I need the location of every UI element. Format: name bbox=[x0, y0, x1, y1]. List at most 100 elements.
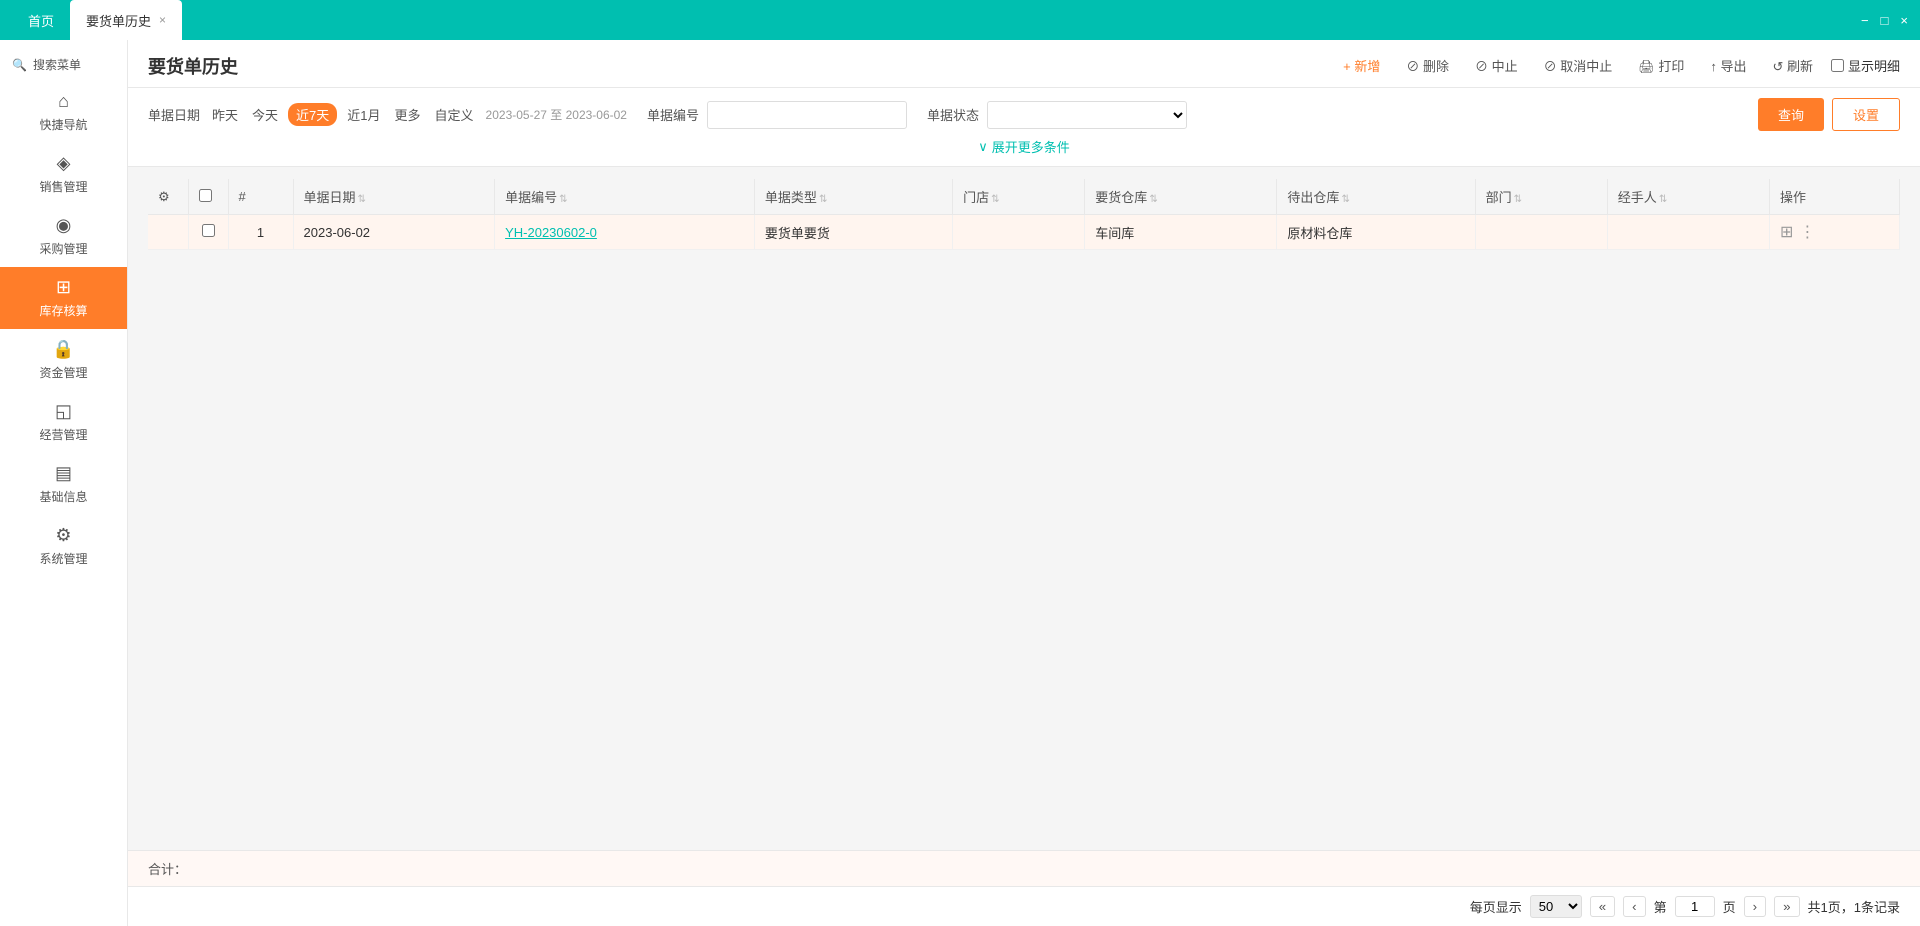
page-size-select[interactable]: 50 10 20 100 bbox=[1530, 895, 1582, 918]
window-minimize-btn[interactable]: − bbox=[1861, 13, 1869, 28]
window-restore-btn[interactable]: □ bbox=[1881, 13, 1889, 28]
cell-doc-type: 要货单要货 bbox=[754, 215, 952, 250]
page-number-input[interactable] bbox=[1675, 896, 1715, 917]
table-row: 1 2023-06-02 YH-20230602-0 要货单要货 车间库 原材料… bbox=[148, 215, 1900, 250]
window-close-btn[interactable]: × bbox=[1900, 13, 1908, 28]
doc-number-filter-item: 单据编号 bbox=[647, 101, 907, 129]
th-doc-type-label: 单据类型 bbox=[765, 190, 817, 205]
date-range-display: 2023-05-27 至 2023-06-02 bbox=[486, 106, 627, 123]
sidebar-search-label: 搜索菜单 bbox=[33, 56, 81, 73]
select-all-checkbox[interactable] bbox=[199, 189, 212, 202]
expand-more-btn[interactable]: ∨ 展开更多条件 bbox=[148, 137, 1900, 156]
next-page-btn[interactable]: › bbox=[1744, 896, 1766, 917]
cancel-stop-button[interactable]: ⊘ 取消中止 bbox=[1536, 52, 1621, 79]
sidebar-item-purchase[interactable]: ◉ 采购管理 bbox=[0, 205, 127, 267]
sidebar-item-system[interactable]: ⚙ 系统管理 bbox=[0, 515, 127, 577]
settings-button[interactable]: 设置 bbox=[1832, 98, 1900, 131]
edit-icon[interactable]: ⊞ bbox=[1780, 222, 1793, 242]
main-layout: 🔍 搜索菜单 ⌂ 快捷导航 ◈ 销售管理 ◉ 采购管理 ⊞ 库存核算 🔒 资金管… bbox=[0, 40, 1920, 926]
sidebar-item-finance[interactable]: 🔒 资金管理 bbox=[0, 329, 127, 391]
export-button[interactable]: ↑ 导出 bbox=[1702, 52, 1754, 79]
tab-requisition-history[interactable]: 要货单历史 × bbox=[70, 0, 182, 40]
data-table: ⚙ # 单据日期⇅ 单据编号⇅ 单据类型⇅ 门店⇅ 要货仓库⇅ 待出仓库⇅ 部门… bbox=[148, 179, 1900, 250]
cell-pending-warehouse: 原材料仓库 bbox=[1277, 215, 1475, 250]
th-checkbox[interactable] bbox=[188, 179, 228, 215]
print-button[interactable]: 🖨 打印 bbox=[1630, 52, 1692, 79]
delete-button[interactable]: ⊘ 删除 bbox=[1398, 52, 1457, 79]
expand-more-label: 展开更多条件 bbox=[992, 137, 1070, 156]
cell-doc-date: 2023-06-02 bbox=[293, 215, 495, 250]
tab-label: 要货单历史 bbox=[86, 11, 151, 30]
shortcut-today[interactable]: 今天 bbox=[248, 103, 282, 126]
shortcut-last7days[interactable]: 近7天 bbox=[288, 103, 337, 126]
last-page-btn[interactable]: » bbox=[1774, 896, 1799, 917]
sort-icon-department: ⇅ bbox=[1514, 194, 1522, 205]
th-department[interactable]: 部门⇅ bbox=[1475, 179, 1607, 215]
status-filter-item: 单据状态 bbox=[927, 101, 1187, 129]
th-store[interactable]: 门店⇅ bbox=[953, 179, 1085, 215]
table-wrapper: ⚙ # 单据日期⇅ 单据编号⇅ 单据类型⇅ 门店⇅ 要货仓库⇅ 待出仓库⇅ 部门… bbox=[128, 167, 1920, 850]
page-header: 要货单历史 + 新增 ⊘ 删除 ⊘ 中止 ⊘ 取消中止 🖨 打印 ↑ 导出 ↺ … bbox=[128, 40, 1920, 88]
sidebar-item-quick-nav[interactable]: ⌂ 快捷导航 bbox=[0, 81, 127, 143]
display-detail-checkbox-container[interactable]: 显示明细 bbox=[1831, 56, 1900, 75]
th-doc-number-label: 单据编号 bbox=[505, 190, 557, 205]
doc-number-input[interactable] bbox=[707, 101, 907, 129]
sort-icon-doc-type: ⇅ bbox=[819, 194, 827, 205]
sidebar-item-system-label: 系统管理 bbox=[39, 550, 87, 567]
query-button[interactable]: 查询 bbox=[1758, 98, 1824, 131]
th-store-label: 门店 bbox=[963, 190, 989, 205]
th-handler[interactable]: 经手人⇅ bbox=[1607, 179, 1769, 215]
sidebar-item-basic-info[interactable]: ▤ 基础信息 bbox=[0, 453, 127, 515]
new-button[interactable]: + 新增 bbox=[1335, 52, 1388, 79]
sort-icon-pending-warehouse: ⇅ bbox=[1341, 194, 1349, 205]
th-num: # bbox=[228, 179, 293, 215]
sidebar-item-inventory[interactable]: ⊞ 库存核算 bbox=[0, 267, 127, 329]
shortcut-custom[interactable]: 自定义 bbox=[431, 103, 478, 126]
sort-icon-doc-number: ⇅ bbox=[559, 194, 567, 205]
content-area: 要货单历史 + 新增 ⊘ 删除 ⊘ 中止 ⊘ 取消中止 🖨 打印 ↑ 导出 ↺ … bbox=[128, 40, 1920, 926]
status-select[interactable] bbox=[987, 101, 1187, 129]
refresh-button[interactable]: ↺ 刷新 bbox=[1764, 52, 1821, 79]
first-page-btn[interactable]: « bbox=[1590, 896, 1615, 917]
sidebar-item-inventory-label: 库存核算 bbox=[39, 302, 87, 319]
cell-checkbox[interactable] bbox=[188, 215, 228, 250]
row-checkbox[interactable] bbox=[202, 224, 215, 237]
doc-number-label: 单据编号 bbox=[647, 105, 699, 124]
date-filter-label: 单据日期 bbox=[148, 105, 200, 124]
th-doc-number[interactable]: 单据编号⇅ bbox=[495, 179, 755, 215]
cell-department bbox=[1475, 215, 1607, 250]
chevron-down-icon: ∨ bbox=[978, 139, 988, 155]
cell-doc-number[interactable]: YH-20230602-0 bbox=[495, 215, 755, 250]
display-detail-checkbox[interactable] bbox=[1831, 59, 1844, 72]
toolbar: + 新增 ⊘ 删除 ⊘ 中止 ⊘ 取消中止 🖨 打印 ↑ 导出 ↺ 刷新 显示明… bbox=[1335, 52, 1900, 79]
tab-close-btn[interactable]: × bbox=[159, 13, 166, 27]
shortcut-more[interactable]: 更多 bbox=[391, 103, 425, 126]
more-icon[interactable]: ⋮ bbox=[1799, 222, 1815, 242]
table-body: 1 2023-06-02 YH-20230602-0 要货单要货 车间库 原材料… bbox=[148, 215, 1900, 250]
sidebar-search[interactable]: 🔍 搜索菜单 bbox=[0, 48, 127, 81]
table-footer: 合计： bbox=[128, 850, 1920, 886]
doc-number-link[interactable]: YH-20230602-0 bbox=[505, 225, 597, 240]
page-label: 第 bbox=[1654, 897, 1667, 916]
prev-page-btn[interactable]: ‹ bbox=[1623, 896, 1645, 917]
shortcut-yesterday[interactable]: 昨天 bbox=[208, 103, 242, 126]
page-suffix: 页 bbox=[1723, 897, 1736, 916]
th-doc-type[interactable]: 单据类型⇅ bbox=[754, 179, 952, 215]
cell-handler bbox=[1607, 215, 1769, 250]
th-handler-label: 经手人 bbox=[1618, 190, 1657, 205]
th-actions: 操作 bbox=[1769, 179, 1899, 215]
th-settings[interactable]: ⚙ bbox=[148, 179, 188, 215]
stop-button[interactable]: ⊘ 中止 bbox=[1467, 52, 1526, 79]
sidebar-item-sales[interactable]: ◈ 销售管理 bbox=[0, 143, 127, 205]
total-info: 共1页，1条记录 bbox=[1808, 897, 1900, 916]
sort-icon-handler: ⇅ bbox=[1659, 194, 1667, 205]
top-bar: 首页 要货单历史 × − □ × bbox=[0, 0, 1920, 40]
tab-home[interactable]: 首页 bbox=[12, 0, 70, 40]
shortcut-last1month[interactable]: 近1月 bbox=[343, 103, 384, 126]
th-doc-date[interactable]: 单据日期⇅ bbox=[293, 179, 495, 215]
th-req-warehouse[interactable]: 要货仓库⇅ bbox=[1085, 179, 1277, 215]
sidebar-item-operations[interactable]: ◱ 经营管理 bbox=[0, 391, 127, 453]
cell-store bbox=[953, 215, 1085, 250]
th-pending-warehouse[interactable]: 待出仓库⇅ bbox=[1277, 179, 1475, 215]
footer-total-label: 合计： bbox=[148, 859, 187, 878]
